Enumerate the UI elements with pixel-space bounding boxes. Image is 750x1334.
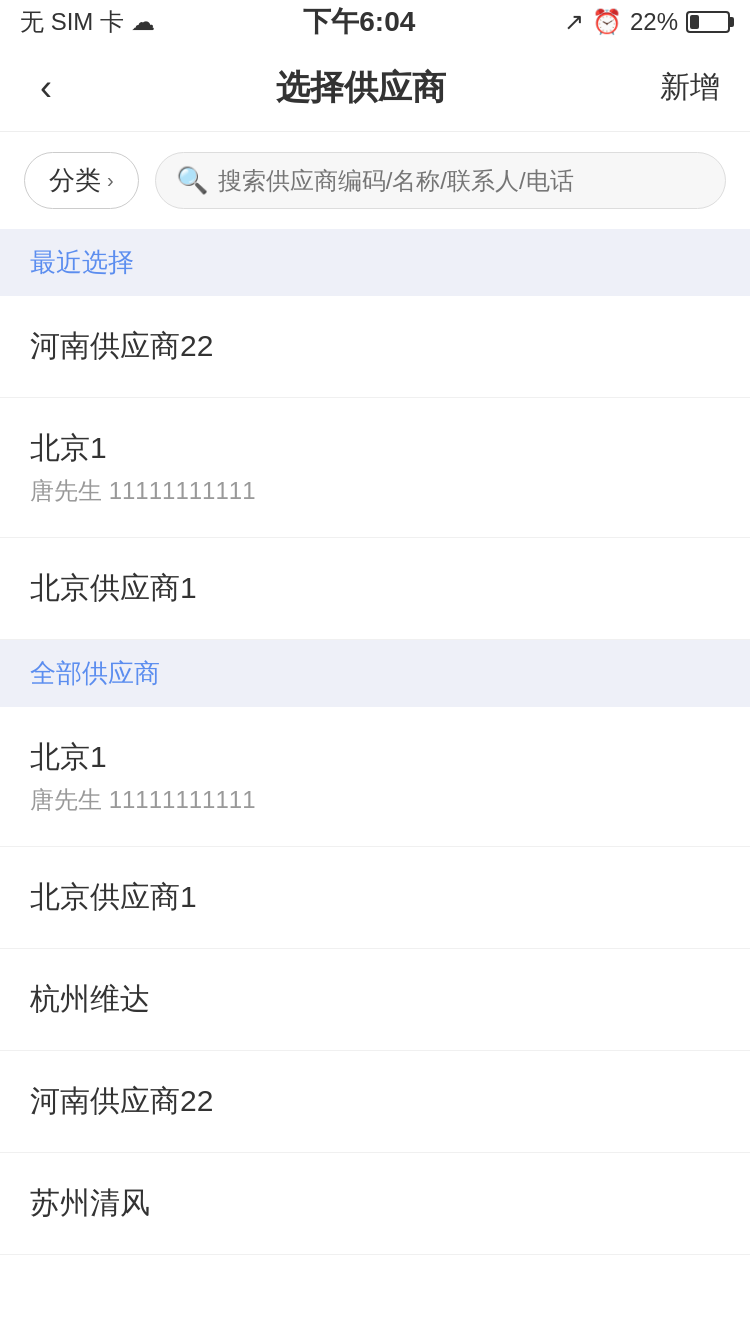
list-item[interactable]: 北京1 唐先生 11111111111 bbox=[0, 398, 750, 538]
battery-percent: 22% bbox=[630, 8, 678, 36]
alarm-icon: ⏰ bbox=[592, 8, 622, 36]
chevron-right-icon: › bbox=[107, 169, 114, 192]
list-item[interactable]: 河南供应商22 bbox=[0, 1051, 750, 1153]
battery-icon bbox=[686, 11, 730, 33]
list-item[interactable]: 河南供应商22 bbox=[0, 296, 750, 398]
recent-section-label: 最近选择 bbox=[30, 247, 134, 277]
recent-items-list: 河南供应商22 北京1 唐先生 11111111111 北京供应商1 bbox=[0, 296, 750, 640]
status-bar: 无 SIM 卡 ☁ 下午6:04 ↗ ⏰ 22% bbox=[0, 0, 750, 44]
add-button[interactable]: 新增 bbox=[660, 67, 720, 108]
search-input[interactable] bbox=[218, 167, 705, 195]
item-name: 杭州维达 bbox=[30, 979, 720, 1020]
all-section-header: 全部供应商 bbox=[0, 640, 750, 707]
page-title: 选择供应商 bbox=[276, 65, 446, 111]
search-box: 🔍 bbox=[155, 152, 726, 209]
status-right: ↗ ⏰ 22% bbox=[564, 8, 730, 36]
item-name: 河南供应商22 bbox=[30, 326, 720, 367]
list-item[interactable]: 北京供应商1 bbox=[0, 538, 750, 640]
item-name: 河南供应商22 bbox=[30, 1081, 720, 1122]
item-name: 北京1 bbox=[30, 737, 720, 778]
item-sub: 唐先生 11111111111 bbox=[30, 784, 720, 816]
item-name: 北京供应商1 bbox=[30, 877, 720, 918]
status-left: 无 SIM 卡 ☁ bbox=[20, 6, 155, 38]
back-button[interactable]: ‹ bbox=[30, 57, 62, 119]
item-name: 北京1 bbox=[30, 428, 720, 469]
category-label: 分类 bbox=[49, 163, 101, 198]
status-time: 下午6:04 bbox=[303, 3, 415, 41]
category-button[interactable]: 分类 › bbox=[24, 152, 139, 209]
all-items-list: 北京1 唐先生 11111111111 北京供应商1 杭州维达河南供应商22 苏州清风 bbox=[0, 707, 750, 1255]
item-sub: 唐先生 11111111111 bbox=[30, 475, 720, 507]
item-name: 苏州清风 bbox=[30, 1183, 720, 1224]
nav-bar: ‹ 选择供应商 新增 bbox=[0, 44, 750, 132]
location-icon: ↗ bbox=[564, 8, 584, 36]
list-item[interactable]: 苏州清风 bbox=[0, 1153, 750, 1255]
recent-section-header: 最近选择 bbox=[0, 229, 750, 296]
filter-bar: 分类 › 🔍 bbox=[0, 132, 750, 229]
list-item[interactable]: 杭州维达 bbox=[0, 949, 750, 1051]
item-name: 北京供应商1 bbox=[30, 568, 720, 609]
list-item[interactable]: 北京供应商1 bbox=[0, 847, 750, 949]
all-section-label: 全部供应商 bbox=[30, 658, 160, 688]
no-sim-label: 无 SIM 卡 ☁ bbox=[20, 6, 155, 38]
list-item[interactable]: 北京1 唐先生 11111111111 bbox=[0, 707, 750, 847]
search-icon: 🔍 bbox=[176, 165, 208, 196]
